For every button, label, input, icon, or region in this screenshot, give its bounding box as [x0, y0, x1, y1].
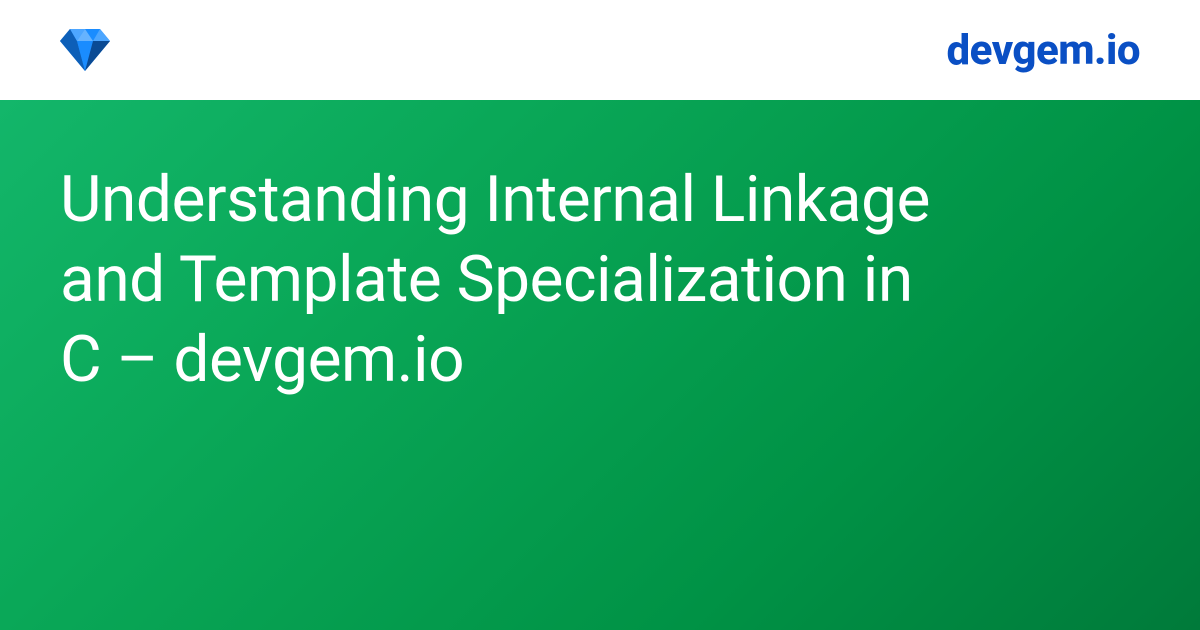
brand-name: devgem.io — [947, 26, 1140, 75]
gem-icon — [60, 25, 110, 75]
content-area: Understanding Internal Linkage and Templ… — [0, 100, 1200, 630]
header-bar: devgem.io — [0, 0, 1200, 100]
page-title: Understanding Internal Linkage and Templ… — [60, 160, 960, 400]
